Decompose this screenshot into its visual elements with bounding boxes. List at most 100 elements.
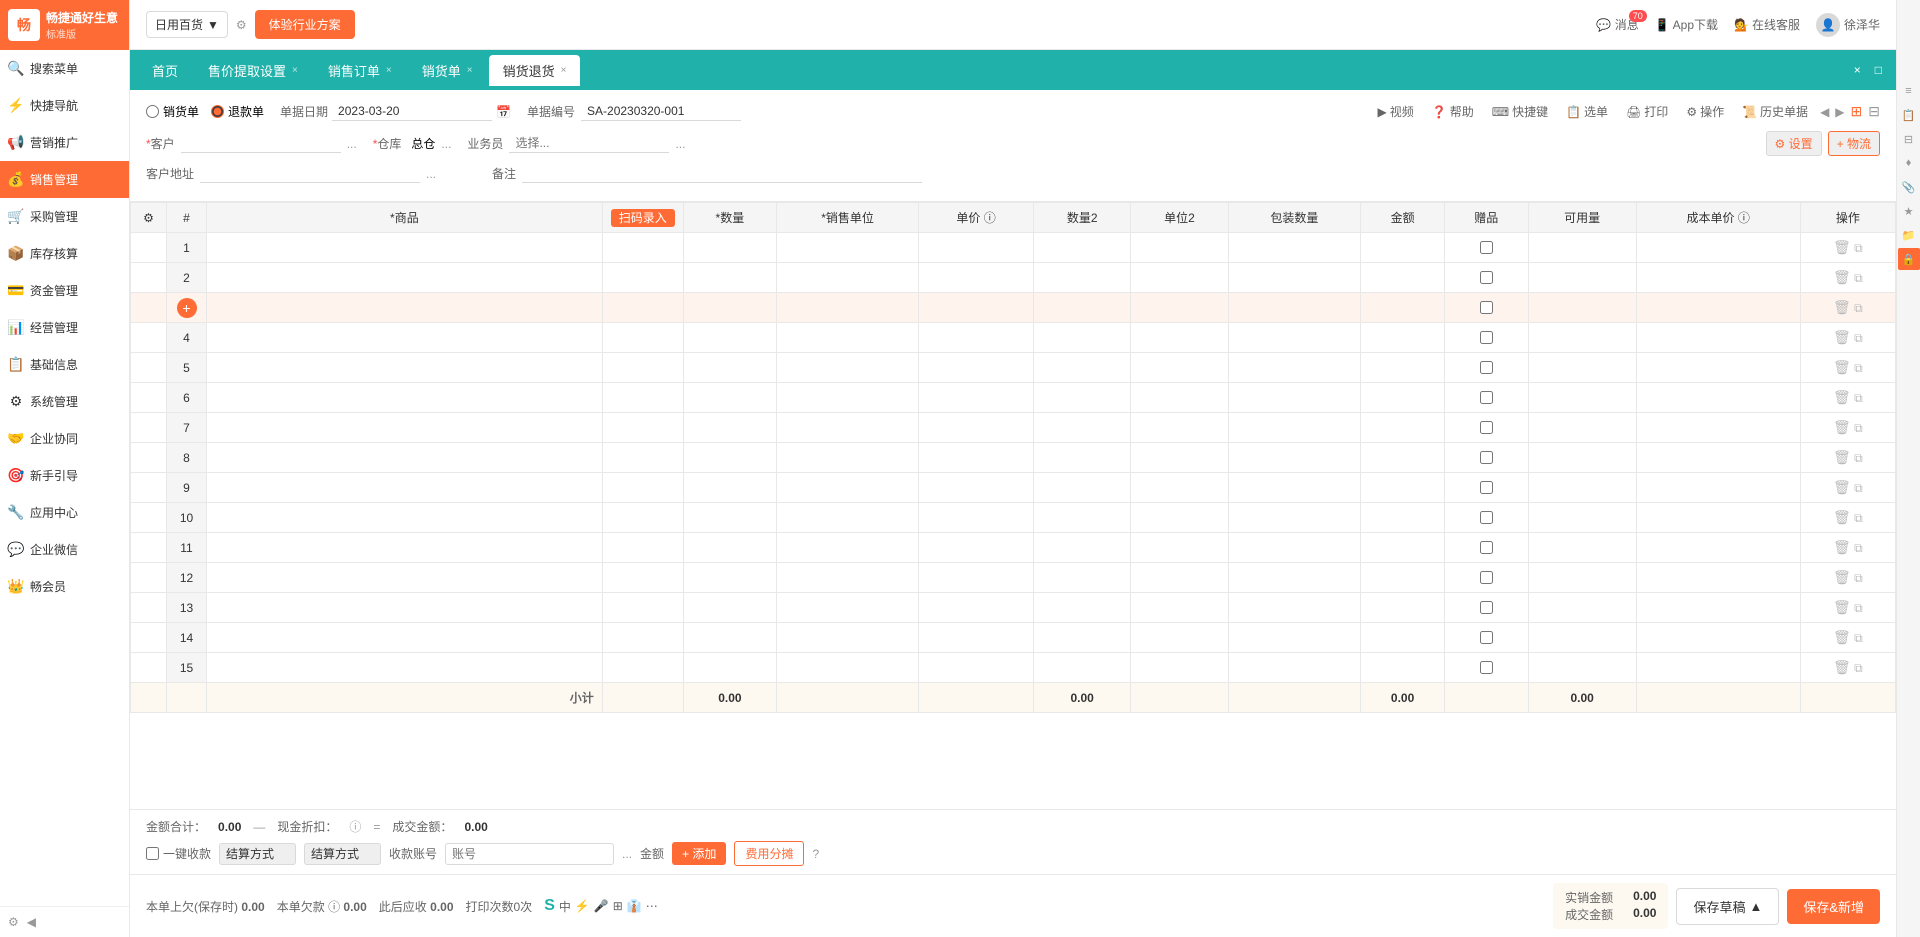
row-qty-3[interactable] xyxy=(683,293,776,323)
row-product-12[interactable] xyxy=(207,563,603,593)
row-qty2-7[interactable] xyxy=(1034,413,1131,443)
bottom-icon3[interactable]: 🎤 xyxy=(594,899,609,913)
sidebar-item-库存核算[interactable]: 📦库存核算 xyxy=(0,235,129,272)
row-price-7[interactable] xyxy=(919,413,1034,443)
gift-checkbox-12[interactable] xyxy=(1480,571,1493,584)
gift-checkbox-6[interactable] xyxy=(1480,391,1493,404)
row-qty-12[interactable] xyxy=(683,563,776,593)
row-qty-1[interactable] xyxy=(683,233,776,263)
delete-row-9[interactable]: 🗑 xyxy=(1833,479,1851,495)
row-unit-3[interactable] xyxy=(776,293,918,323)
doc-no-input[interactable] xyxy=(581,102,741,121)
window-close-icon[interactable]: × xyxy=(1848,63,1867,77)
sidebar-item-企业协同[interactable]: 🤝企业协同 xyxy=(0,420,129,457)
row-amount-7[interactable] xyxy=(1361,413,1445,443)
customer-picker-btn[interactable]: ... xyxy=(347,137,357,151)
row-unit-11[interactable] xyxy=(776,533,918,563)
gift-checkbox-7[interactable] xyxy=(1480,421,1493,434)
gift-checkbox-8[interactable] xyxy=(1480,451,1493,464)
delete-row-11[interactable]: 🗑 xyxy=(1833,539,1851,555)
row-qty-11[interactable] xyxy=(683,533,776,563)
row-pkg-qty-8[interactable] xyxy=(1228,443,1361,473)
bottom-icon4[interactable]: ⊞ xyxy=(613,899,623,913)
row-qty2-6[interactable] xyxy=(1034,383,1131,413)
right-panel-icon-2[interactable]: 📋 xyxy=(1898,104,1920,126)
sidebar-item-系统管理[interactable]: ⚙系统管理 xyxy=(0,383,129,420)
copy-row-13[interactable]: ⧉ xyxy=(1854,601,1863,615)
delete-row-10[interactable]: 🗑 xyxy=(1833,509,1851,525)
row-qty-15[interactable] xyxy=(683,653,776,683)
sidebar-item-企业微信[interactable]: 💬企业微信 xyxy=(0,531,129,568)
row-pkg-qty-13[interactable] xyxy=(1228,593,1361,623)
row-price-3[interactable] xyxy=(919,293,1034,323)
tab-close-4[interactable]: × xyxy=(561,65,567,76)
copy-row-3[interactable]: ⧉ xyxy=(1854,301,1863,315)
address-input[interactable] xyxy=(200,164,420,183)
radio-sales-input[interactable] xyxy=(146,105,159,118)
row-unit-15[interactable] xyxy=(776,653,918,683)
row-unit2-9[interactable] xyxy=(1131,473,1228,503)
row-amount-5[interactable] xyxy=(1361,353,1445,383)
add-row-btn[interactable]: + xyxy=(177,298,197,318)
history-btn[interactable]: 📜 历史单据 xyxy=(1736,100,1814,123)
row-unit-10[interactable] xyxy=(776,503,918,533)
gift-checkbox-11[interactable] xyxy=(1480,541,1493,554)
row-unit-12[interactable] xyxy=(776,563,918,593)
remark-input[interactable] xyxy=(522,164,922,183)
bottom-icon1[interactable]: 中 xyxy=(559,898,571,915)
sidebar-item-采购管理[interactable]: 🛒采购管理 xyxy=(0,198,129,235)
row-unit2-3[interactable] xyxy=(1131,293,1228,323)
gift-checkbox-9[interactable] xyxy=(1480,481,1493,494)
tab-3[interactable]: 销货单× xyxy=(408,55,487,86)
row-amount-10[interactable] xyxy=(1361,503,1445,533)
row-unit-9[interactable] xyxy=(776,473,918,503)
row-qty-8[interactable] xyxy=(683,443,776,473)
row-pkg-qty-2[interactable] xyxy=(1228,263,1361,293)
sidebar-item-经营管理[interactable]: 📊经营管理 xyxy=(0,309,129,346)
bottom-icon5[interactable]: 👔 xyxy=(627,899,642,913)
save-draft-btn[interactable]: 保存草稿 ▲ xyxy=(1676,888,1779,925)
row-unit-2[interactable] xyxy=(776,263,918,293)
prev-icon[interactable]: ◀ xyxy=(1820,105,1829,119)
row-price-12[interactable] xyxy=(919,563,1034,593)
tab-0[interactable]: 首页 xyxy=(138,55,192,86)
customer-input[interactable] xyxy=(181,134,341,153)
window-maximize-icon[interactable]: □ xyxy=(1869,63,1888,77)
gift-checkbox-2[interactable] xyxy=(1480,271,1493,284)
copy-row-11[interactable]: ⧉ xyxy=(1854,541,1863,555)
row-price-2[interactable] xyxy=(919,263,1034,293)
gift-checkbox-10[interactable] xyxy=(1480,511,1493,524)
gift-checkbox-1[interactable] xyxy=(1480,241,1493,254)
user-profile[interactable]: 👤 徐泽华 xyxy=(1816,13,1880,37)
row-unit-1[interactable] xyxy=(776,233,918,263)
sidebar-item-基础信息[interactable]: 📋基础信息 xyxy=(0,346,129,383)
row-qty-13[interactable] xyxy=(683,593,776,623)
copy-row-10[interactable]: ⧉ xyxy=(1854,511,1863,525)
row-unit2-7[interactable] xyxy=(1131,413,1228,443)
help-btn[interactable]: ❓ 帮助 xyxy=(1426,100,1480,123)
add-logistics-btn[interactable]: + 物流 xyxy=(1828,131,1880,156)
radio-sales[interactable]: 销货单 xyxy=(146,103,199,120)
sidebar-item-营销推广[interactable]: 📢营销推广 xyxy=(0,124,129,161)
delete-row-4[interactable]: 🗑 xyxy=(1833,329,1851,345)
operation-btn[interactable]: ⚙ 操作 xyxy=(1680,100,1730,123)
product-input-3[interactable] xyxy=(215,300,594,315)
row-price-11[interactable] xyxy=(919,533,1034,563)
copy-row-7[interactable]: ⧉ xyxy=(1854,421,1863,435)
row-qty2-2[interactable] xyxy=(1034,263,1131,293)
fee-help-icon[interactable]: ? xyxy=(812,847,819,861)
staff-picker-btn[interactable]: ... xyxy=(675,137,685,151)
select-btn[interactable]: 📋 选单 xyxy=(1560,100,1614,123)
sidebar-item-应用中心[interactable]: 🔧应用中心 xyxy=(0,494,129,531)
row-unit-4[interactable] xyxy=(776,323,918,353)
row-qty-7[interactable] xyxy=(683,413,776,443)
print-btn[interactable]: 🖨 打印 xyxy=(1620,100,1674,123)
one-click-cashier-checkbox[interactable]: 一键收款 xyxy=(146,845,211,862)
right-panel-icon-3[interactable]: ⊟ xyxy=(1898,128,1920,150)
delete-row-14[interactable]: 🗑 xyxy=(1833,629,1851,645)
right-panel-icon-4[interactable]: ♦ xyxy=(1898,152,1920,174)
address-picker-btn[interactable]: ... xyxy=(426,167,436,181)
row-price-14[interactable] xyxy=(919,623,1034,653)
radio-return[interactable]: 退款单 xyxy=(211,103,264,120)
row-amount-9[interactable] xyxy=(1361,473,1445,503)
